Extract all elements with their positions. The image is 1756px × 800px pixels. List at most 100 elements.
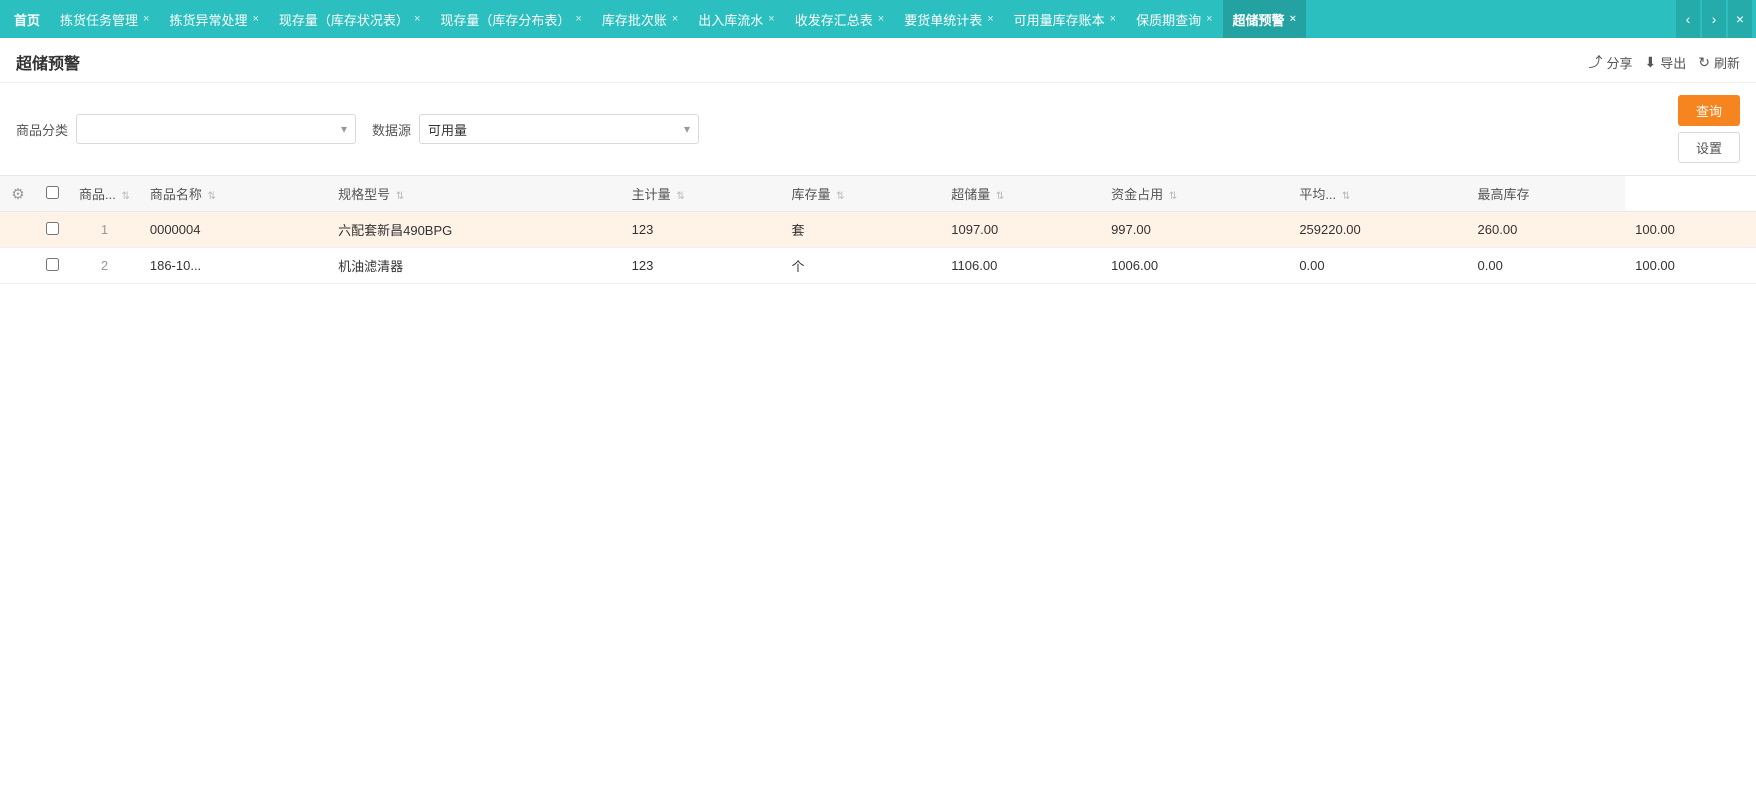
row-overstock: 1006.00 [1101,248,1289,284]
category-select[interactable]: ▾ [76,114,356,144]
col-spec[interactable]: 规格型号 ⇅ [328,176,622,212]
nav-expiry-query[interactable]: 保质期查询 × [1126,0,1222,38]
page-header: 超储预警 ⤴ 分享 ⬇ 导出 ↻ 刷新 [0,38,1756,83]
close-icon[interactable]: × [768,13,774,25]
col-capital-label: 资金占用 [1111,187,1163,202]
page-title: 超储预警 [16,50,80,74]
col-stock[interactable]: 库存量 ⇅ [781,176,941,212]
close-icon[interactable]: × [878,13,884,25]
nav-batch-account[interactable]: 库存批次账 × [592,0,688,38]
col-capital[interactable]: 资金占用 ⇅ [1101,176,1289,212]
category-label: 商品分类 [16,120,68,139]
col-avg[interactable]: 平均... ⇅ [1289,176,1467,212]
datasource-select-value: 可用量 [428,120,467,139]
row-spec: 123 [622,212,782,248]
nav-label: 超储预警 [1233,10,1285,29]
nav-label: 现存量（库存状况表） [279,10,409,29]
page-content: 超储预警 ⤴ 分享 ⬇ 导出 ↻ 刷新 商品分类 ▾ 数据源 [0,38,1756,800]
share-icon: ⤴ [1588,52,1602,72]
row-avg: 260.00 [1468,212,1626,248]
col-overstock-label: 超储量 [951,187,990,202]
datasource-filter: 数据源 可用量 ▾ [372,114,699,144]
topbar-nav-buttons: ‹ › × [1676,0,1752,38]
row-unit: 个 [781,248,941,284]
row-overstock: 997.00 [1101,212,1289,248]
datasource-select[interactable]: 可用量 ▾ [419,114,699,144]
select-all-checkbox[interactable] [46,186,59,199]
nav-inventory-status[interactable]: 现存量（库存状况表） × [269,0,430,38]
close-icon[interactable]: × [672,13,678,25]
nav-home[interactable]: 首页 [4,0,50,38]
nav-overstock-alert[interactable]: 超储预警 × [1223,0,1306,38]
row-capital: 0.00 [1289,248,1467,284]
row-max-stock: 100.00 [1625,212,1756,248]
nav-prev-button[interactable]: ‹ [1676,0,1700,38]
table-row: 2 186-10... 机油滤清器 123 个 1106.00 1006.00 … [0,248,1756,284]
nav-summary[interactable]: 收发存汇总表 × [785,0,894,38]
col-goods-name[interactable]: 商品名称 ⇅ [140,176,328,212]
export-icon: ⬇ [1645,54,1657,71]
nav-label: 要货单统计表 [904,10,982,29]
close-icon[interactable]: × [414,13,420,25]
filter-buttons: 查询 设置 [1678,95,1740,163]
refresh-icon: ↻ [1698,54,1710,71]
close-icon[interactable]: × [252,13,258,25]
settings-button[interactable]: 设置 [1678,132,1740,163]
export-button[interactable]: ⬇ 导出 [1645,53,1687,72]
col-spec-label: 规格型号 [338,187,390,202]
sort-icon: ⇅ [676,191,684,202]
row-checkbox-cell[interactable] [36,248,69,284]
data-table: ⚙ 商品... ⇅ 商品名称 ⇅ 规格型号 ⇅ [0,175,1756,284]
row-checkbox[interactable] [46,222,59,235]
close-icon[interactable]: × [987,13,993,25]
row-checkbox[interactable] [46,258,59,271]
share-button[interactable]: ⤴ 分享 [1588,52,1632,72]
nav-label: 现存量（库存分布表） [440,10,570,29]
close-icon[interactable]: × [1110,13,1116,25]
col-goods-code[interactable]: 商品... ⇅ [69,176,140,212]
row-goods-code: 186-10... [140,248,328,284]
row-stock: 1097.00 [941,212,1101,248]
nav-exception-handle[interactable]: 拣货异常处理 × [159,0,268,38]
col-goods-code-label: 商品... [79,187,116,202]
nav-task-manage[interactable]: 拣货任务管理 × [50,0,159,38]
refresh-button[interactable]: ↻ 刷新 [1698,53,1740,72]
share-label: 分享 [1606,53,1632,72]
col-settings[interactable]: ⚙ [0,176,36,212]
nav-inventory-dist[interactable]: 现存量（库存分布表） × [430,0,591,38]
col-overstock[interactable]: 超储量 ⇅ [941,176,1101,212]
col-checkbox[interactable] [36,176,69,212]
datasource-chevron-icon: ▾ [684,122,690,136]
nav-available-ledger[interactable]: 可用量库存账本 × [1004,0,1126,38]
close-icon[interactable]: × [1290,13,1296,25]
col-unit[interactable]: 主计量 ⇅ [622,176,782,212]
table-row: 1 0000004 六配套新昌490BPG 123 套 1097.00 997.… [0,212,1756,248]
close-icon[interactable]: × [1206,13,1212,25]
nav-close-button[interactable]: × [1728,0,1752,38]
category-filter: 商品分类 ▾ [16,114,356,144]
nav-next-button[interactable]: › [1702,0,1726,38]
col-unit-label: 主计量 [632,187,671,202]
col-goods-name-label: 商品名称 [150,187,202,202]
header-actions: ⤴ 分享 ⬇ 导出 ↻ 刷新 [1588,52,1740,72]
datasource-label: 数据源 [372,120,411,139]
nav-flow[interactable]: 出入库流水 × [688,0,784,38]
row-unit: 套 [781,212,941,248]
nav-label: 收发存汇总表 [795,10,873,29]
nav-label: 拣货任务管理 [60,10,138,29]
row-goods-code: 0000004 [140,212,328,248]
nav-label: 拣货异常处理 [169,10,247,29]
table-container: ⚙ 商品... ⇅ 商品名称 ⇅ 规格型号 ⇅ [0,175,1756,284]
row-stock: 1106.00 [941,248,1101,284]
query-button[interactable]: 查询 [1678,95,1740,126]
close-icon[interactable]: × [143,13,149,25]
table-header-row: ⚙ 商品... ⇅ 商品名称 ⇅ 规格型号 ⇅ [0,176,1756,212]
nav-order-stats[interactable]: 要货单统计表 × [894,0,1003,38]
col-max-stock[interactable]: 最高库存 [1468,176,1626,212]
sort-icon: ⇅ [1169,191,1177,202]
refresh-label: 刷新 [1714,53,1740,72]
row-checkbox-cell[interactable] [36,212,69,248]
sort-icon: ⇅ [396,191,404,202]
close-icon[interactable]: × [575,13,581,25]
row-avg: 0.00 [1468,248,1626,284]
